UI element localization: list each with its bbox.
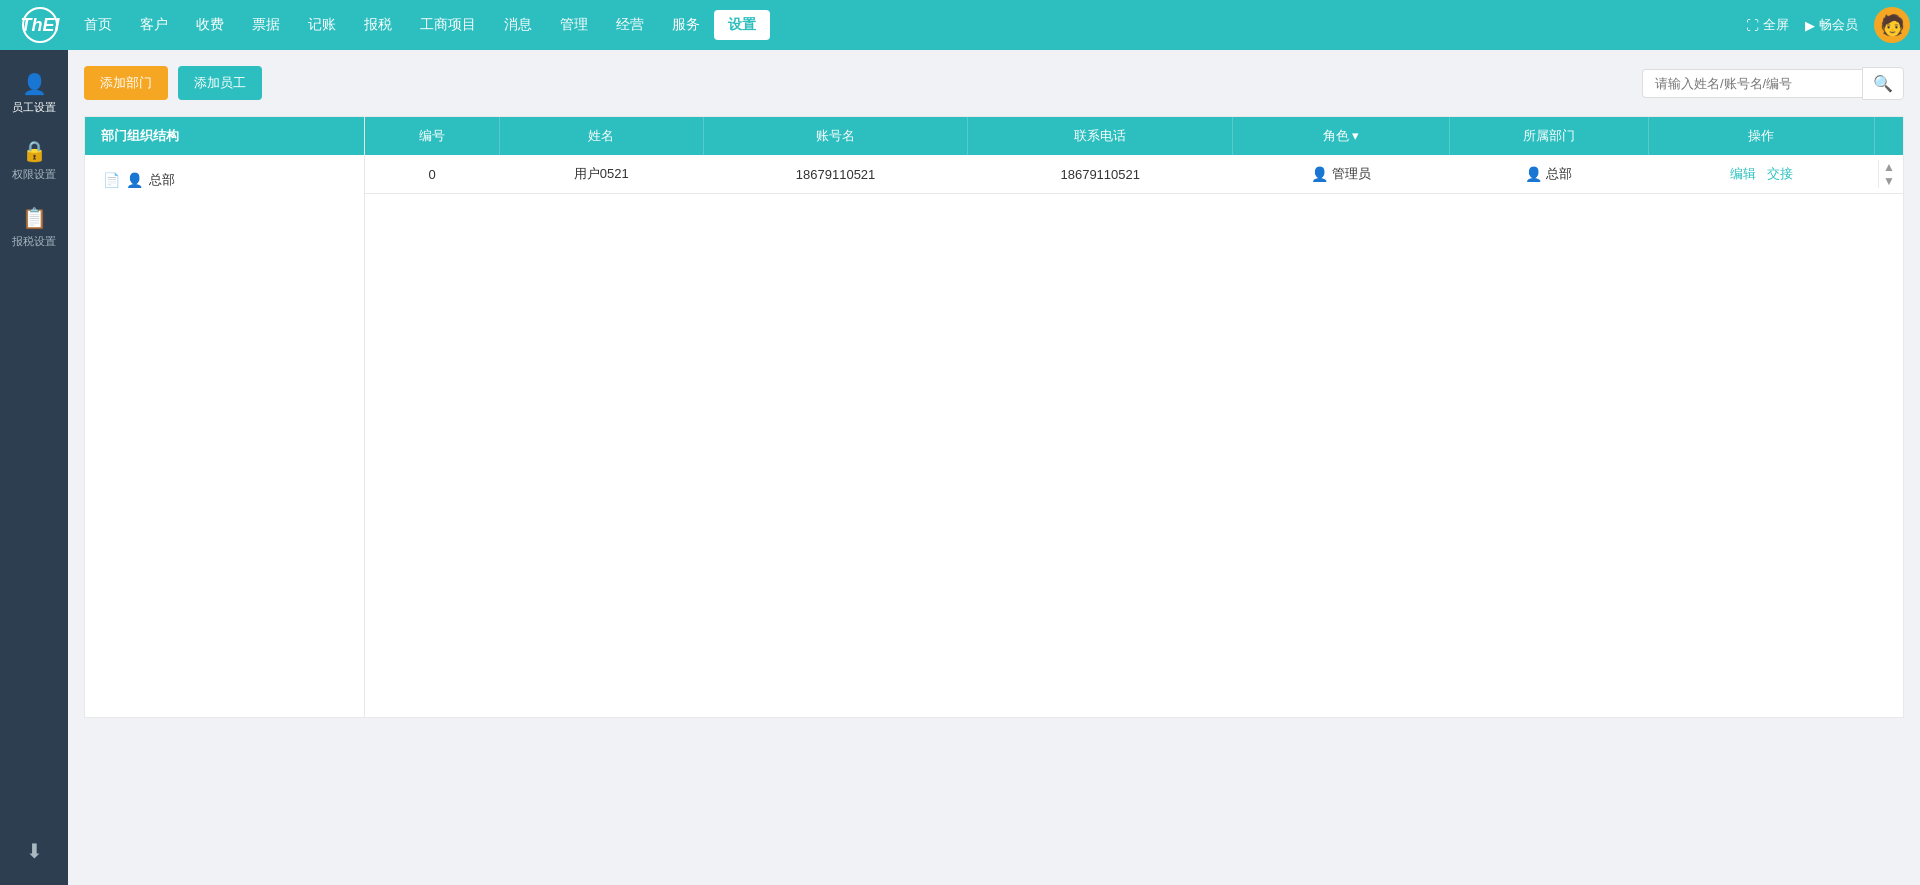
dept-icon: 👤 xyxy=(1525,166,1542,182)
sidebar-item-1[interactable]: 🔒 权限设置 xyxy=(4,127,64,194)
add-emp-button[interactable]: 添加员工 xyxy=(178,66,262,100)
main-content: 添加部门 添加员工 🔍 部门组织结构 📄 👤 总部 编号姓名账号名联系电话角色 … xyxy=(68,50,1920,885)
cell-2: 18679110521 xyxy=(703,155,968,194)
file-icon: 📄 xyxy=(103,172,120,188)
nav-item-消息[interactable]: 消息 xyxy=(490,10,546,40)
role-icon: 👤 xyxy=(1311,166,1328,182)
nav-item-工商项目[interactable]: 工商项目 xyxy=(406,10,490,40)
fullscreen-icon: ⛶ xyxy=(1746,18,1759,33)
dept-name: 总部 xyxy=(149,171,175,189)
dept-tree-item-总部[interactable]: 📄 👤 总部 xyxy=(95,165,354,195)
cell-6[interactable]: 编辑 交接 xyxy=(1649,155,1875,194)
col-header-角色 ▾: 角色 ▾ xyxy=(1233,117,1450,155)
nav-items: 首页客户收费票据记账报税工商项目消息管理经营服务设置 xyxy=(70,10,1746,40)
col-header-操作: 操作 xyxy=(1649,117,1875,155)
table-header: 编号姓名账号名联系电话角色 ▾所属部门操作 xyxy=(365,117,1903,155)
top-navigation: ThEI 首页客户收费票据记账报税工商项目消息管理经营服务设置 ⛶ 全屏 ▶ 畅… xyxy=(0,0,1920,50)
cell-0: 0 xyxy=(365,155,499,194)
search-input[interactable] xyxy=(1642,69,1862,98)
sidebar-label-2: 报税设置 xyxy=(12,234,56,249)
nav-item-设置[interactable]: 设置 xyxy=(714,10,770,40)
nav-item-经营[interactable]: 经营 xyxy=(602,10,658,40)
emp-table: 编号姓名账号名联系电话角色 ▾所属部门操作 0用户052118679110521… xyxy=(365,117,1903,717)
dept-tree: 部门组织结构 📄 👤 总部 xyxy=(85,117,365,717)
nav-item-票据[interactable]: 票据 xyxy=(238,10,294,40)
nav-item-服务[interactable]: 服务 xyxy=(658,10,714,40)
employee-table: 编号姓名账号名联系电话角色 ▾所属部门操作 0用户052118679110521… xyxy=(365,117,1903,194)
nav-item-客户[interactable]: 客户 xyxy=(126,10,182,40)
logo-icon: ThEI xyxy=(22,7,58,43)
dept-tree-header: 部门组织结构 xyxy=(85,117,364,155)
role-text: 管理员 xyxy=(1332,165,1371,183)
dept-text: 总部 xyxy=(1546,165,1572,183)
table-body: 0用户05211867911052118679110521👤管理员👤总部编辑 交… xyxy=(365,155,1903,194)
vip-button[interactable]: ▶ 畅会员 xyxy=(1805,16,1858,34)
download-icon: ⬇ xyxy=(26,839,43,863)
search-area: 🔍 xyxy=(1642,67,1904,100)
scroll-up-arrow[interactable]: ▲ xyxy=(1883,160,1895,174)
sidebar-item-download[interactable]: ⬇ xyxy=(18,827,51,875)
action-交接[interactable]: 交接 xyxy=(1767,166,1793,181)
cell-1: 用户0521 xyxy=(499,155,703,194)
table-row: 0用户05211867911052118679110521👤管理员👤总部编辑 交… xyxy=(365,155,1903,194)
nav-item-收费[interactable]: 收费 xyxy=(182,10,238,40)
col-header-所属部门: 所属部门 xyxy=(1449,117,1648,155)
dept-tree-body: 📄 👤 总部 xyxy=(85,155,364,205)
dept-person-icon: 👤 xyxy=(126,172,143,188)
sidebar-label-1: 权限设置 xyxy=(12,167,56,182)
vip-label: 畅会员 xyxy=(1819,16,1858,34)
logo: ThEI xyxy=(10,7,70,43)
cell-5: 👤总部 xyxy=(1449,155,1648,194)
fullscreen-button[interactable]: ⛶ 全屏 xyxy=(1746,16,1789,34)
sidebar-icon-1: 🔒 xyxy=(22,139,47,163)
nav-item-报税[interactable]: 报税 xyxy=(350,10,406,40)
nav-item-首页[interactable]: 首页 xyxy=(70,10,126,40)
top-nav-right: ⛶ 全屏 ▶ 畅会员 🧑 xyxy=(1746,7,1910,43)
sidebar-item-0[interactable]: 👤 员工设置 xyxy=(4,60,64,127)
vip-icon: ▶ xyxy=(1805,18,1815,33)
sidebar-icon-2: 📋 xyxy=(22,206,47,230)
avatar[interactable]: 🧑 xyxy=(1874,7,1910,43)
sidebar-label-0: 员工设置 xyxy=(12,100,56,115)
nav-item-记账[interactable]: 记账 xyxy=(294,10,350,40)
fullscreen-label: 全屏 xyxy=(1763,16,1789,34)
search-icon: 🔍 xyxy=(1873,75,1893,92)
sidebar: 👤 员工设置 🔒 权限设置 📋 报税设置 ⬇ xyxy=(0,50,68,885)
search-button[interactable]: 🔍 xyxy=(1862,67,1904,100)
col-header-编号: 编号 xyxy=(365,117,499,155)
action-sep xyxy=(1760,166,1764,181)
col-header-账号名: 账号名 xyxy=(703,117,968,155)
nav-item-管理[interactable]: 管理 xyxy=(546,10,602,40)
add-dept-button[interactable]: 添加部门 xyxy=(84,66,168,100)
sidebar-item-2[interactable]: 📋 报税设置 xyxy=(4,194,64,261)
content-layout: 部门组织结构 📄 👤 总部 编号姓名账号名联系电话角色 ▾所属部门操作 0用户0… xyxy=(84,116,1904,718)
col-header-联系电话: 联系电话 xyxy=(968,117,1233,155)
cell-3: 18679110521 xyxy=(968,155,1233,194)
scroll-arrows[interactable]: ▲ ▼ xyxy=(1874,155,1903,194)
cell-4: 👤管理员 xyxy=(1233,155,1450,194)
col-header-姓名: 姓名 xyxy=(499,117,703,155)
sidebar-icon-0: 👤 xyxy=(22,72,47,96)
toolbar: 添加部门 添加员工 🔍 xyxy=(84,66,1904,100)
action-编辑[interactable]: 编辑 xyxy=(1730,166,1756,181)
scroll-down-arrow[interactable]: ▼ xyxy=(1883,174,1895,188)
sidebar-bottom: ⬇ xyxy=(18,827,51,875)
